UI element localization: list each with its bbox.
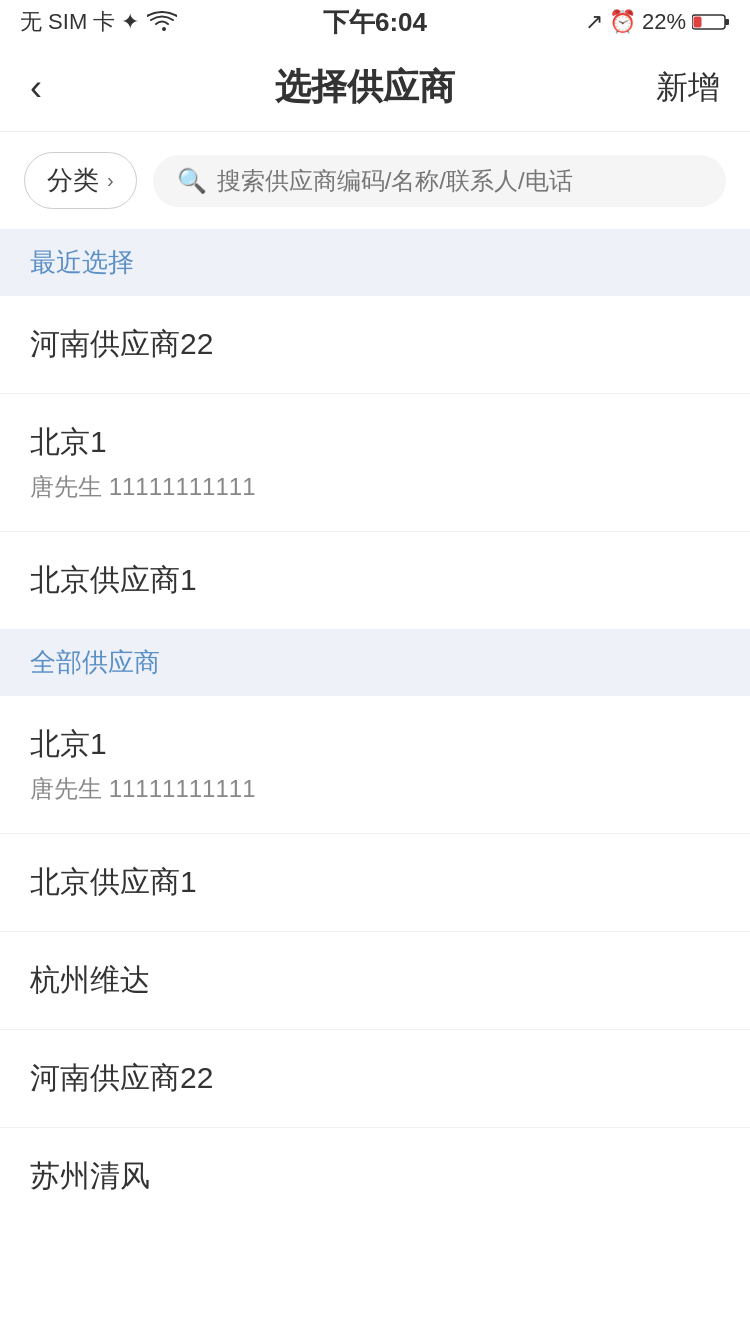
category-button[interactable]: 分类 ›	[24, 152, 137, 209]
all-item-1[interactable]: 北京供应商1	[0, 834, 750, 932]
recent-item-name-0: 河南供应商22	[30, 324, 720, 365]
all-item-4[interactable]: 苏州清风	[0, 1128, 750, 1225]
all-item-3[interactable]: 河南供应商22	[0, 1030, 750, 1128]
location-icon: ↗	[585, 9, 603, 35]
status-left: 无 SIM 卡 ✦	[20, 7, 177, 37]
battery-icon	[692, 13, 730, 31]
all-section-header: 全部供应商	[0, 629, 750, 696]
status-bar: 无 SIM 卡 ✦ 下午6:04 ↗ ⏰ 22%	[0, 0, 750, 44]
category-label: 分类	[47, 163, 99, 198]
all-item-name-0: 北京1	[30, 724, 720, 765]
search-icon: 🔍	[177, 167, 207, 195]
wifi-icon	[147, 11, 177, 33]
all-item-name-3: 河南供应商22	[30, 1058, 720, 1099]
recent-items-list: 河南供应商22 北京1 唐先生 11111111111 北京供应商1	[0, 296, 750, 629]
back-button[interactable]: ‹	[30, 67, 90, 109]
page-title: 选择供应商	[275, 63, 455, 112]
recent-item-sub-1: 唐先生 11111111111	[30, 471, 720, 503]
all-item-name-2: 杭州维达	[30, 960, 720, 1001]
search-input[interactable]	[217, 167, 702, 195]
recent-item-name-2: 北京供应商1	[30, 560, 720, 601]
recent-item-2[interactable]: 北京供应商1	[0, 532, 750, 629]
recent-section-label: 最近选择	[30, 247, 134, 277]
search-input-wrap[interactable]: 🔍	[153, 155, 726, 207]
svg-rect-1	[725, 19, 729, 25]
nav-bar: ‹ 选择供应商 新增	[0, 44, 750, 132]
search-bar: 分类 › 🔍	[0, 132, 750, 229]
svg-rect-2	[694, 17, 702, 28]
status-time: 下午6:04	[323, 5, 427, 40]
alarm-icon: ⏰	[609, 9, 636, 35]
recent-item-1[interactable]: 北京1 唐先生 11111111111	[0, 394, 750, 532]
all-item-sub-0: 唐先生 11111111111	[30, 773, 720, 805]
no-sim-label: 无 SIM 卡 ✦	[20, 7, 139, 37]
add-button[interactable]: 新增	[640, 66, 720, 110]
all-item-0[interactable]: 北京1 唐先生 11111111111	[0, 696, 750, 834]
all-section-label: 全部供应商	[30, 647, 160, 677]
chevron-right-icon: ›	[107, 169, 114, 192]
recent-item-0[interactable]: 河南供应商22	[0, 296, 750, 394]
all-item-name-4: 苏州清风	[30, 1156, 720, 1197]
status-right: ↗ ⏰ 22%	[585, 9, 730, 35]
all-items-list: 北京1 唐先生 11111111111 北京供应商1 杭州维达 河南供应商22 …	[0, 696, 750, 1225]
battery-percent: 22%	[642, 9, 686, 35]
all-item-2[interactable]: 杭州维达	[0, 932, 750, 1030]
all-item-name-1: 北京供应商1	[30, 862, 720, 903]
recent-section-header: 最近选择	[0, 229, 750, 296]
recent-item-name-1: 北京1	[30, 422, 720, 463]
